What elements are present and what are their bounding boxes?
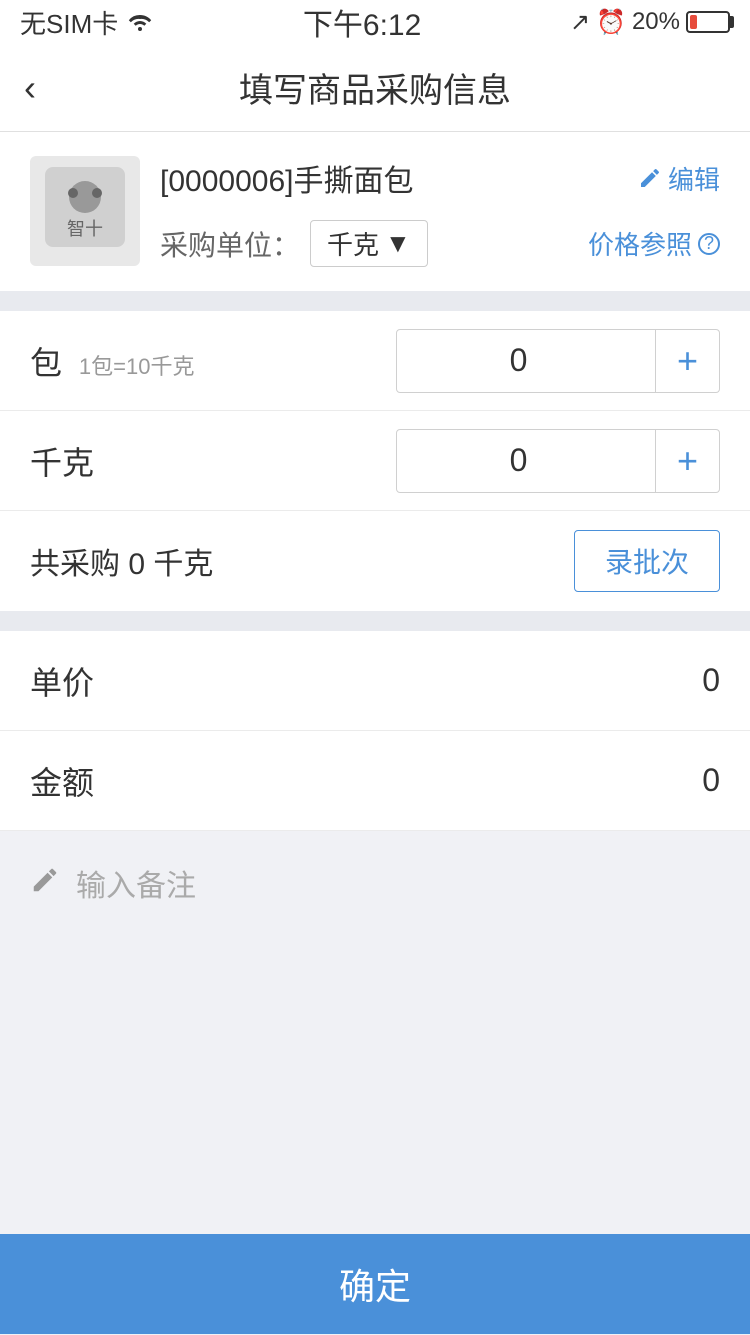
amount-label: 金额 xyxy=(30,758,94,804)
bao-input-row: 包 1包=10千克 + xyxy=(0,311,750,411)
amount-row: 金额 0 xyxy=(0,731,750,831)
page-title: 填写商品采购信息 xyxy=(239,63,511,112)
back-button[interactable]: ‹ xyxy=(24,67,36,109)
status-indicators: ↗ ⏰ 20% xyxy=(570,8,730,37)
remark-input[interactable]: 输入备注 xyxy=(76,861,196,905)
unit-value: 千克 xyxy=(327,225,379,262)
bao-input-section: 包 1包=10千克 + xyxy=(0,311,750,411)
bao-plus-button[interactable]: + xyxy=(656,329,720,393)
status-bar: 无SIM卡 下午6:12 ↗ ⏰ 20% xyxy=(0,0,750,44)
confirm-label: 确定 xyxy=(339,1258,411,1310)
bao-number-box: + xyxy=(396,329,720,393)
alarm-icon: ⏰ xyxy=(596,8,626,37)
no-sim-text: 无SIM卡 xyxy=(20,4,118,41)
product-image: 智十 xyxy=(30,156,140,266)
unit-select[interactable]: 千克 ▼ xyxy=(310,220,428,267)
kg-plus-button[interactable]: + xyxy=(656,429,720,493)
pencil-icon xyxy=(30,865,60,902)
unit-price-row: 单价 0 xyxy=(0,631,750,731)
status-signal: 无SIM卡 xyxy=(20,4,154,41)
edit-label: 编辑 xyxy=(668,160,720,197)
price-ref-button[interactable]: 价格参照 ? xyxy=(588,225,720,262)
svg-text:智十: 智十 xyxy=(67,219,103,239)
bao-label: 包 1包=10千克 xyxy=(30,338,396,384)
purchase-unit-row: 采购单位： 千克 ▼ 价格参照 ? xyxy=(160,220,720,267)
chevron-down-icon: ▼ xyxy=(385,228,411,259)
remark-section[interactable]: 输入备注 xyxy=(0,831,750,935)
status-time: 下午6:12 xyxy=(303,0,421,44)
summary-text: 共采购 0 千克 xyxy=(30,539,213,583)
section-divider-1 xyxy=(0,291,750,311)
unit-price-label: 单价 xyxy=(30,658,94,704)
nav-bar: ‹ 填写商品采购信息 xyxy=(0,44,750,132)
battery-percentage: 20% xyxy=(632,8,680,36)
unit-label: 采购单位： xyxy=(160,224,300,264)
battery-icon xyxy=(686,11,730,33)
price-ref-label: 价格参照 xyxy=(588,225,692,262)
product-info: [0000006]手撕面包 编辑 采购单位： 千克 ▼ 价格参照 ? xyxy=(160,156,720,267)
content-filler xyxy=(0,935,750,1235)
bao-input[interactable] xyxy=(396,329,656,393)
kg-label: 千克 xyxy=(30,438,396,484)
unit-price-value: 0 xyxy=(702,662,720,699)
summary-row: 共采购 0 千克 录批次 xyxy=(0,511,750,611)
section-divider-2 xyxy=(0,611,750,631)
product-logo: 智十 xyxy=(45,167,125,255)
amount-value: 0 xyxy=(702,762,720,799)
bao-sublabel: 1包=10千克 xyxy=(79,354,195,379)
product-name: [0000006]手撕面包 xyxy=(160,156,413,200)
kg-number-box: + xyxy=(396,429,720,493)
product-card: 智十 [0000006]手撕面包 编辑 采购单位： 千克 ▼ 价格参照 ? xyxy=(0,132,750,291)
location-icon: ↗ xyxy=(570,8,590,37)
info-icon: ? xyxy=(698,233,720,255)
product-name-row: [0000006]手撕面包 编辑 xyxy=(160,156,720,200)
price-section: 单价 0 金额 0 xyxy=(0,631,750,831)
wifi-icon xyxy=(126,7,154,38)
confirm-bar[interactable]: 确定 xyxy=(0,1234,750,1334)
batch-button[interactable]: 录批次 xyxy=(574,530,720,592)
edit-button[interactable]: 编辑 xyxy=(638,160,720,197)
kg-input-row: 千克 + xyxy=(0,411,750,511)
kg-input[interactable] xyxy=(396,429,656,493)
kg-input-section: 千克 + xyxy=(0,411,750,511)
